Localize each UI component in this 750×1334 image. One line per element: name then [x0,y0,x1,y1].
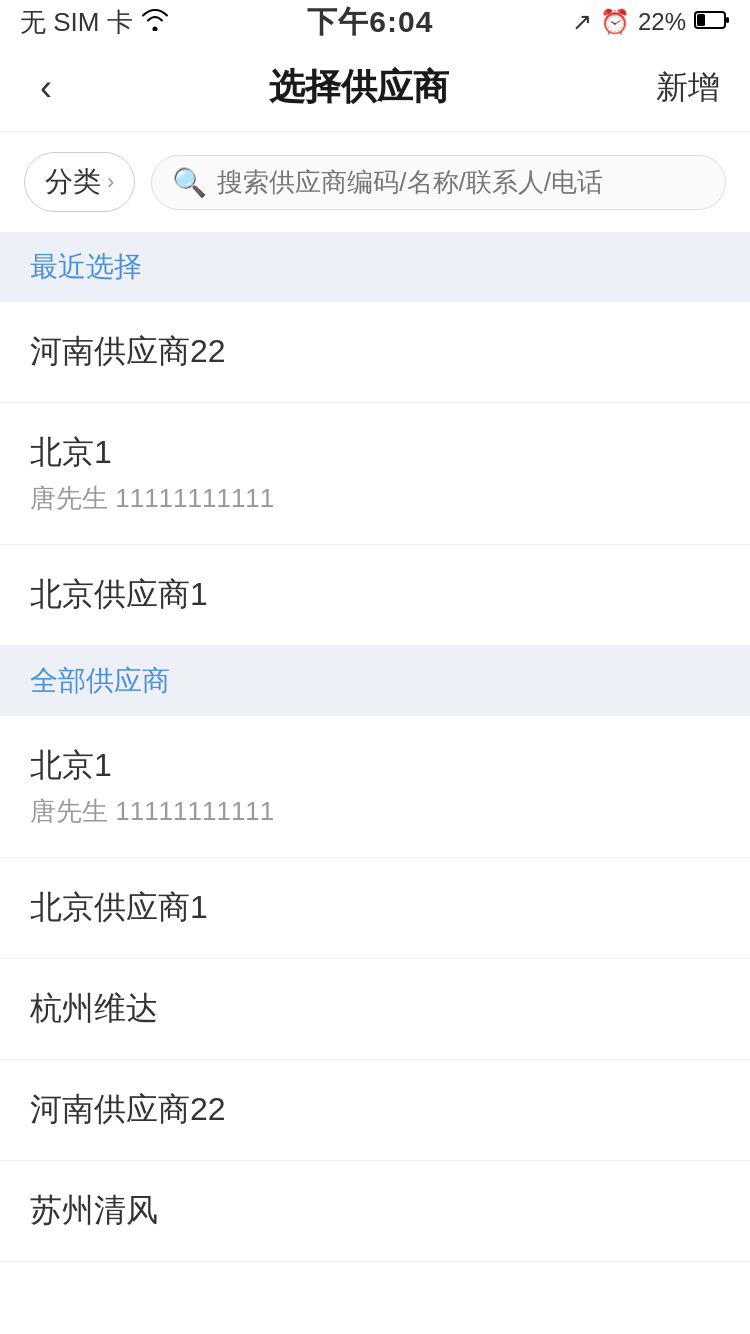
wifi-icon [141,7,169,38]
add-button[interactable]: 新增 [656,66,720,110]
item-sub: 唐先生 11111111111 [30,794,720,829]
page-title: 选择供应商 [269,63,449,112]
recent-list: 河南供应商22 北京1 唐先生 11111111111 北京供应商1 [0,302,750,646]
list-item[interactable]: 北京供应商1 [0,858,750,959]
category-label: 分类 [45,163,101,201]
list-item[interactable]: 杭州维达 [0,959,750,1060]
category-button[interactable]: 分类 › [24,152,135,212]
location-icon: ↗ [572,8,592,36]
item-name: 河南供应商22 [30,1088,720,1132]
filter-bar: 分类 › 🔍 [0,132,750,232]
item-name: 杭州维达 [30,987,720,1031]
search-input[interactable] [217,167,705,198]
recent-section-label: 最近选择 [30,251,142,282]
item-name: 北京供应商1 [30,886,720,930]
svg-rect-2 [726,17,729,23]
back-button[interactable]: ‹ [30,57,62,119]
item-name: 河南供应商22 [30,330,720,374]
list-item[interactable]: 北京1 唐先生 11111111111 [0,403,750,545]
status-bar: 无 SIM 卡 下午6:04 ↗ ⏰ 22% [0,0,750,44]
all-section-label: 全部供应商 [30,665,170,696]
alarm-icon: ⏰ [600,8,630,36]
list-item[interactable]: 北京1 唐先生 11111111111 [0,716,750,858]
search-box: 🔍 [151,155,726,210]
status-time: 下午6:04 [307,2,433,43]
recent-section-header: 最近选择 [0,232,750,302]
all-section-header: 全部供应商 [0,646,750,716]
all-list: 北京1 唐先生 11111111111 北京供应商1 杭州维达河南供应商22 苏州清风 [0,716,750,1262]
list-item[interactable]: 河南供应商22 [0,302,750,403]
search-icon: 🔍 [172,166,207,199]
item-sub: 唐先生 11111111111 [30,481,720,516]
list-item[interactable]: 北京供应商1 [0,545,750,646]
list-item[interactable]: 苏州清风 [0,1161,750,1262]
svg-rect-1 [697,14,705,26]
item-name: 北京1 [30,744,720,788]
no-sim-label: 无 SIM 卡 [20,5,133,40]
nav-bar: ‹ 选择供应商 新增 [0,44,750,132]
battery-icon [694,8,730,36]
item-name: 北京供应商1 [30,573,720,617]
item-name: 北京1 [30,431,720,475]
chevron-right-icon: › [107,169,114,195]
list-item[interactable]: 河南供应商22 [0,1060,750,1161]
status-right: ↗ ⏰ 22% [572,8,730,36]
status-left: 无 SIM 卡 [20,5,169,40]
battery-label: 22% [638,8,686,36]
item-name: 苏州清风 [30,1189,720,1233]
